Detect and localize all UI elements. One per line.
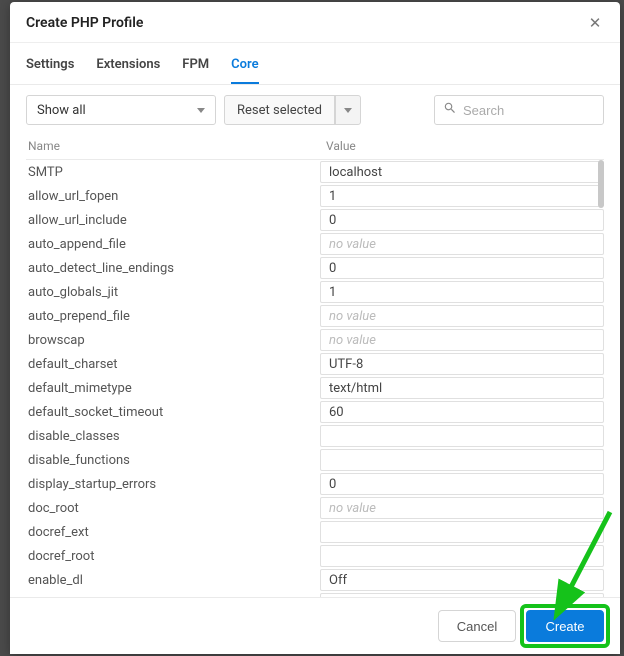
setting-value-input[interactable] bbox=[320, 521, 604, 543]
table-row: auto_prepend_fileno value bbox=[26, 304, 604, 328]
toolbar: Show all Reset selected bbox=[10, 85, 620, 133]
setting-name: doc_root bbox=[26, 501, 320, 516]
table-body[interactable]: SMTPlocalhostallow_url_fopen1allow_url_i… bbox=[26, 160, 604, 597]
column-name: Name bbox=[26, 139, 320, 153]
setting-value-input[interactable]: 60 bbox=[320, 401, 604, 423]
setting-name: allow_url_include bbox=[26, 213, 320, 228]
setting-name: auto_append_file bbox=[26, 237, 320, 252]
setting-name: default_socket_timeout bbox=[26, 405, 320, 420]
setting-name: disable_classes bbox=[26, 429, 320, 444]
table-row: default_socket_timeout60 bbox=[26, 400, 604, 424]
setting-value-input[interactable]: no value bbox=[320, 233, 604, 255]
dialog-footer: Cancel Create bbox=[10, 597, 620, 654]
setting-value-input[interactable]: UTF-8 bbox=[320, 353, 604, 375]
table-row: allow_url_fopen1 bbox=[26, 184, 604, 208]
setting-name: default_charset bbox=[26, 357, 320, 372]
setting-value-input[interactable]: no value bbox=[320, 329, 604, 351]
search-icon bbox=[443, 101, 463, 119]
scrollbar-thumb[interactable] bbox=[598, 160, 604, 208]
setting-name: SMTP bbox=[26, 165, 320, 180]
tab-core[interactable]: Core bbox=[231, 53, 258, 84]
setting-value-input[interactable] bbox=[320, 545, 604, 567]
column-value: Value bbox=[320, 139, 604, 153]
setting-value-input[interactable]: 0 bbox=[320, 209, 604, 231]
setting-value-input[interactable] bbox=[320, 449, 604, 471]
setting-name: auto_globals_jit bbox=[26, 285, 320, 300]
tab-fpm[interactable]: FPM bbox=[182, 53, 209, 84]
close-button[interactable]: ✕ bbox=[586, 14, 604, 32]
create-php-profile-dialog: Create PHP Profile ✕ Settings Extensions… bbox=[10, 2, 620, 654]
table-row: SMTPlocalhost bbox=[26, 160, 604, 184]
table-row: auto_globals_jit1 bbox=[26, 280, 604, 304]
table-row: default_charsetUTF-8 bbox=[26, 352, 604, 376]
filter-select-label: Show all bbox=[37, 103, 86, 118]
search-field[interactable] bbox=[434, 95, 604, 125]
table-row: disable_classes bbox=[26, 424, 604, 448]
table-row: disable_functions bbox=[26, 448, 604, 472]
table-row: allow_url_include0 bbox=[26, 208, 604, 232]
dialog-titlebar: Create PHP Profile ✕ bbox=[10, 2, 620, 43]
setting-name: docref_root bbox=[26, 549, 320, 564]
dialog-title: Create PHP Profile bbox=[26, 15, 143, 31]
table-row: browscapno value bbox=[26, 328, 604, 352]
cancel-button[interactable]: Cancel bbox=[438, 610, 516, 642]
settings-table: Name Value SMTPlocalhostallow_url_fopen1… bbox=[10, 133, 620, 597]
setting-name: allow_url_fopen bbox=[26, 189, 320, 204]
tab-bar: Settings Extensions FPM Core bbox=[10, 43, 620, 85]
reset-selected-button[interactable]: Reset selected bbox=[224, 95, 335, 125]
search-input[interactable] bbox=[463, 103, 595, 118]
table-row: auto_append_fileno value bbox=[26, 232, 604, 256]
reset-selected-dropdown[interactable] bbox=[335, 95, 361, 125]
setting-name: disable_functions bbox=[26, 453, 320, 468]
setting-name: display_startup_errors bbox=[26, 477, 320, 492]
setting-name: browscap bbox=[26, 333, 320, 348]
table-row: auto_detect_line_endings0 bbox=[26, 256, 604, 280]
setting-value-input[interactable]: 0 bbox=[320, 473, 604, 495]
setting-name: default_mimetype bbox=[26, 381, 320, 396]
tab-settings[interactable]: Settings bbox=[26, 53, 74, 84]
setting-name: auto_detect_line_endings bbox=[26, 261, 320, 276]
table-row: default_mimetypetext/html bbox=[26, 376, 604, 400]
chevron-down-icon bbox=[344, 108, 352, 113]
setting-value-input[interactable]: 1 bbox=[320, 185, 604, 207]
setting-name: docref_ext bbox=[26, 525, 320, 540]
table-row: enable_dlOff bbox=[26, 568, 604, 592]
chevron-down-icon bbox=[197, 108, 205, 113]
setting-name: auto_prepend_file bbox=[26, 309, 320, 324]
close-icon: ✕ bbox=[589, 14, 602, 32]
table-row: docref_ext bbox=[26, 520, 604, 544]
tab-extensions[interactable]: Extensions bbox=[96, 53, 160, 84]
setting-name: enable_dl bbox=[26, 573, 320, 588]
setting-value-input[interactable]: text/html bbox=[320, 377, 604, 399]
filter-select[interactable]: Show all bbox=[26, 95, 216, 125]
setting-value-input[interactable]: 0 bbox=[320, 257, 604, 279]
setting-value-input[interactable]: localhost bbox=[320, 161, 604, 183]
setting-value-input[interactable]: no value bbox=[320, 305, 604, 327]
table-row: docref_root bbox=[26, 544, 604, 568]
table-row: display_startup_errors0 bbox=[26, 472, 604, 496]
table-header: Name Value bbox=[26, 133, 604, 160]
setting-value-input[interactable]: no value bbox=[320, 497, 604, 519]
table-row: doc_rootno value bbox=[26, 496, 604, 520]
setting-value-input[interactable]: 1 bbox=[320, 281, 604, 303]
create-button[interactable]: Create bbox=[526, 610, 604, 642]
setting-value-input[interactable]: Off bbox=[320, 569, 604, 591]
setting-value-input[interactable] bbox=[320, 425, 604, 447]
